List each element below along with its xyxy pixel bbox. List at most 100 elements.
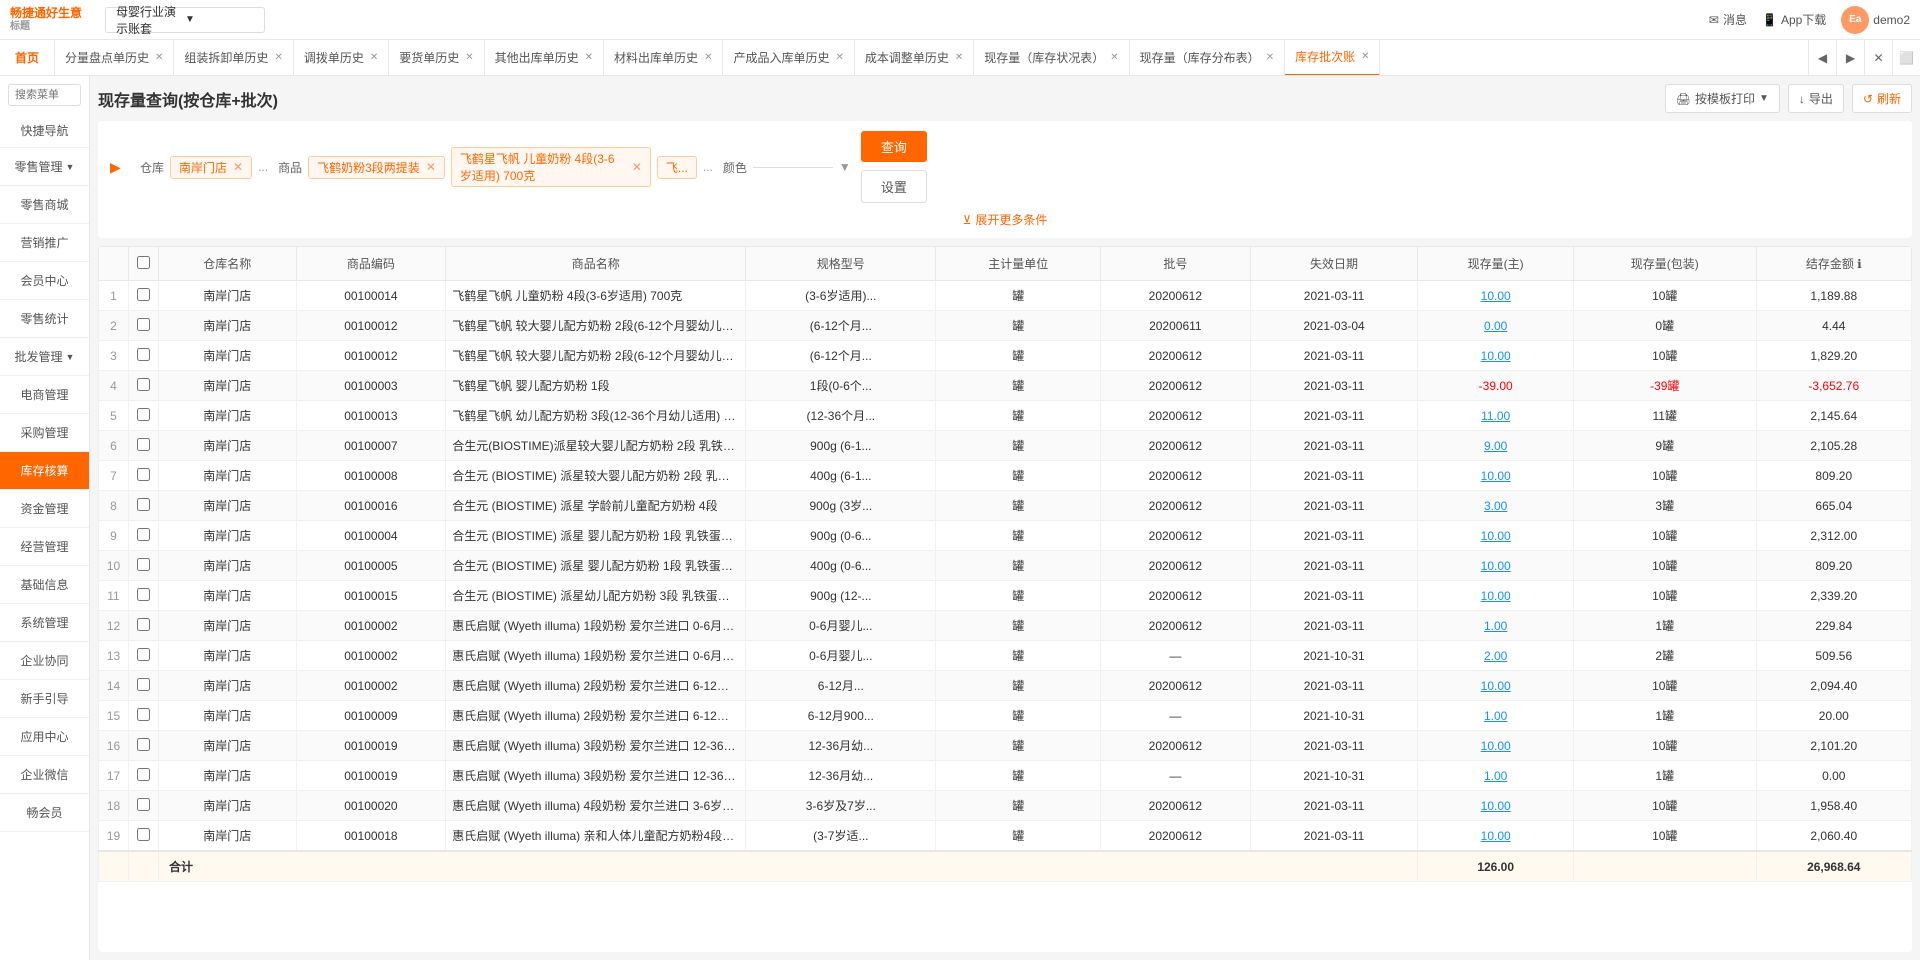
row-checkbox[interactable] (137, 708, 150, 721)
close-icon[interactable]: ✕ (465, 52, 473, 63)
tab-product-in[interactable]: 产成品入库单历史 ✕ (723, 40, 854, 76)
close-icon[interactable]: ✕ (585, 52, 593, 63)
th-code: 商品编码 (296, 247, 446, 281)
row-checkbox[interactable] (137, 588, 150, 601)
close-icon[interactable]: ✕ (1361, 51, 1369, 62)
setting-btn[interactable]: 设置 (861, 170, 927, 203)
th-name: 商品名称 (446, 247, 746, 281)
row-checkbox[interactable] (137, 678, 150, 691)
sidebar-item-wholesale[interactable]: 批发管理 ▼ (0, 338, 89, 376)
filter-row-main: ▶ 仓库 南岸门店 ✕ ... 商品 飞鹤奶粉3段两提装 ✕ (110, 131, 1900, 203)
warehouse-tag-close[interactable]: ✕ (233, 160, 243, 174)
sidebar-item-system[interactable]: 系统管理 (0, 604, 89, 642)
refresh-btn[interactable]: ↺ 刷新 (1852, 84, 1912, 113)
search-input[interactable] (8, 84, 81, 106)
select-all-checkbox[interactable] (137, 256, 150, 269)
sidebar-item-basic-info[interactable]: 基础信息 (0, 566, 89, 604)
sidebar-item-operations[interactable]: 经营管理 (0, 528, 89, 566)
row-checkbox[interactable] (137, 348, 150, 361)
tab-stock-dist[interactable]: 现存量（库存分布表） ✕ (1130, 40, 1285, 76)
print-btn[interactable]: 🖨 按模板打印 ▼ (1665, 84, 1780, 113)
row-checkbox[interactable] (137, 408, 150, 421)
warehouse-tag[interactable]: 南岸门店 ✕ (170, 156, 252, 179)
sidebar-item-inventory[interactable]: 库存核算 (0, 452, 89, 490)
close-icon[interactable]: ✕ (370, 52, 378, 63)
close-icon[interactable]: ✕ (274, 52, 282, 63)
close-icon[interactable]: ✕ (704, 52, 712, 63)
tab-home[interactable]: 首页 (0, 40, 55, 76)
expand-more-btn[interactable]: ⊻ 展开更多条件 (110, 211, 1900, 228)
user-area[interactable]: Ea demo2 (1841, 6, 1910, 34)
close-icon[interactable]: ✕ (1110, 52, 1118, 63)
close-icon[interactable]: ✕ (835, 52, 843, 63)
chevron-down-icon: ⊻ (963, 213, 972, 227)
row-checkbox[interactable] (137, 828, 150, 841)
row-checkbox[interactable] (137, 318, 150, 331)
sidebar-item-member-program[interactable]: 畅会员 (0, 794, 89, 832)
sidebar-item-member[interactable]: 会员中心 (0, 262, 89, 300)
app-download-btn[interactable]: 📱 App下载 (1762, 11, 1826, 28)
th-balance: 结存金额 ℹ (1756, 247, 1911, 281)
row-checkbox[interactable] (137, 378, 150, 391)
th-checkbox[interactable] (129, 247, 159, 281)
tab-cost-adjust[interactable]: 成本调整单历史 ✕ (855, 40, 974, 76)
sidebar-item-wechat[interactable]: 企业微信 (0, 756, 89, 794)
close-icon[interactable]: ✕ (155, 52, 163, 63)
sidebar-item-purchase[interactable]: 采购管理 (0, 414, 89, 452)
product-tag-2[interactable]: 飞鹤星飞帆 儿童奶粉 4段(3-6岁适用) 700克 ✕ (451, 147, 651, 187)
export-btn[interactable]: ↓ 导出 (1788, 84, 1844, 113)
nav-prev-btn[interactable]: ◀ (1808, 40, 1836, 76)
row-checkbox[interactable] (137, 468, 150, 481)
th-unit: 主计量单位 (936, 247, 1101, 281)
tab-assembly[interactable]: 组装拆卸单历史 ✕ (174, 40, 293, 76)
product-tag2-close[interactable]: ✕ (632, 160, 642, 174)
tab-transfer[interactable]: 调拨单历史 ✕ (294, 40, 389, 76)
account-selector[interactable]: 母婴行业演示账套 ▼ (105, 7, 265, 33)
expand-btn[interactable]: ▶ (110, 159, 130, 176)
sidebar-item-retail-mgmt[interactable]: 零售管理 ▼ (0, 148, 89, 186)
row-checkbox[interactable] (137, 498, 150, 511)
tab-material-out[interactable]: 材料出库单历史 ✕ (604, 40, 723, 76)
nav-arrows: ◀ ▶ ✕ ⬜ (1808, 40, 1920, 76)
row-checkbox[interactable] (137, 438, 150, 451)
tab-batch-account[interactable]: 库存批次账 ✕ (1285, 40, 1380, 76)
sidebar-item-enterprise[interactable]: 企业协同 (0, 642, 89, 680)
th-qty-pkg: 现存量(包装) (1573, 247, 1756, 281)
close-icon[interactable]: ✕ (1266, 52, 1274, 63)
warehouse-ellipsis[interactable]: ... (258, 160, 268, 174)
row-checkbox[interactable] (137, 738, 150, 751)
tab-order[interactable]: 要货单历史 ✕ (389, 40, 484, 76)
sidebar-item-retail-mall[interactable]: 零售商城 (0, 186, 89, 224)
row-checkbox[interactable] (137, 528, 150, 541)
row-checkbox[interactable] (137, 648, 150, 661)
filter-color: 颜色 ▼ (723, 159, 851, 176)
sidebar-item-app-center[interactable]: 应用中心 (0, 718, 89, 756)
top-right: ✉ 消息 📱 App下载 Ea demo2 (1709, 6, 1910, 34)
tab-inventory-count[interactable]: 分量盘点单历史 ✕ (55, 40, 174, 76)
row-checkbox[interactable] (137, 768, 150, 781)
product-tag1-close[interactable]: ✕ (426, 160, 436, 174)
nav-maximize-btn[interactable]: ⬜ (1892, 40, 1920, 76)
tab-other-out[interactable]: 其他出库单历史 ✕ (485, 40, 604, 76)
sidebar-item-marketing[interactable]: 营销推广 (0, 224, 89, 262)
row-checkbox[interactable] (137, 798, 150, 811)
product-tag-3[interactable]: 飞... (657, 156, 697, 179)
row-checkbox[interactable] (137, 288, 150, 301)
sidebar-item-ecommerce[interactable]: 电商管理 (0, 376, 89, 414)
sidebar-item-retail-stats[interactable]: 零售统计 (0, 300, 89, 338)
nav-close-btn[interactable]: ✕ (1864, 40, 1892, 76)
sidebar-item-finance[interactable]: 资金管理 (0, 490, 89, 528)
top-bar: 畅捷通好生意 标题 母婴行业演示账套 ▼ ✉ 消息 📱 App下载 Ea dem… (0, 0, 1920, 40)
sidebar-item-guide[interactable]: 新手引导 (0, 680, 89, 718)
color-dropdown-icon[interactable]: ▼ (839, 160, 851, 174)
sidebar-item-quick-nav[interactable]: 快捷导航 (0, 114, 89, 148)
product-ellipsis[interactable]: ... (703, 160, 713, 174)
close-icon[interactable]: ✕ (955, 52, 963, 63)
row-checkbox[interactable] (137, 558, 150, 571)
nav-next-btn[interactable]: ▶ (1836, 40, 1864, 76)
query-btn[interactable]: 查询 (861, 131, 927, 162)
row-checkbox[interactable] (137, 618, 150, 631)
message-btn[interactable]: ✉ 消息 (1709, 11, 1747, 28)
tab-stock-status[interactable]: 现存量（库存状况表） ✕ (974, 40, 1129, 76)
product-tag-1[interactable]: 飞鹤奶粉3段两提装 ✕ (308, 156, 445, 179)
